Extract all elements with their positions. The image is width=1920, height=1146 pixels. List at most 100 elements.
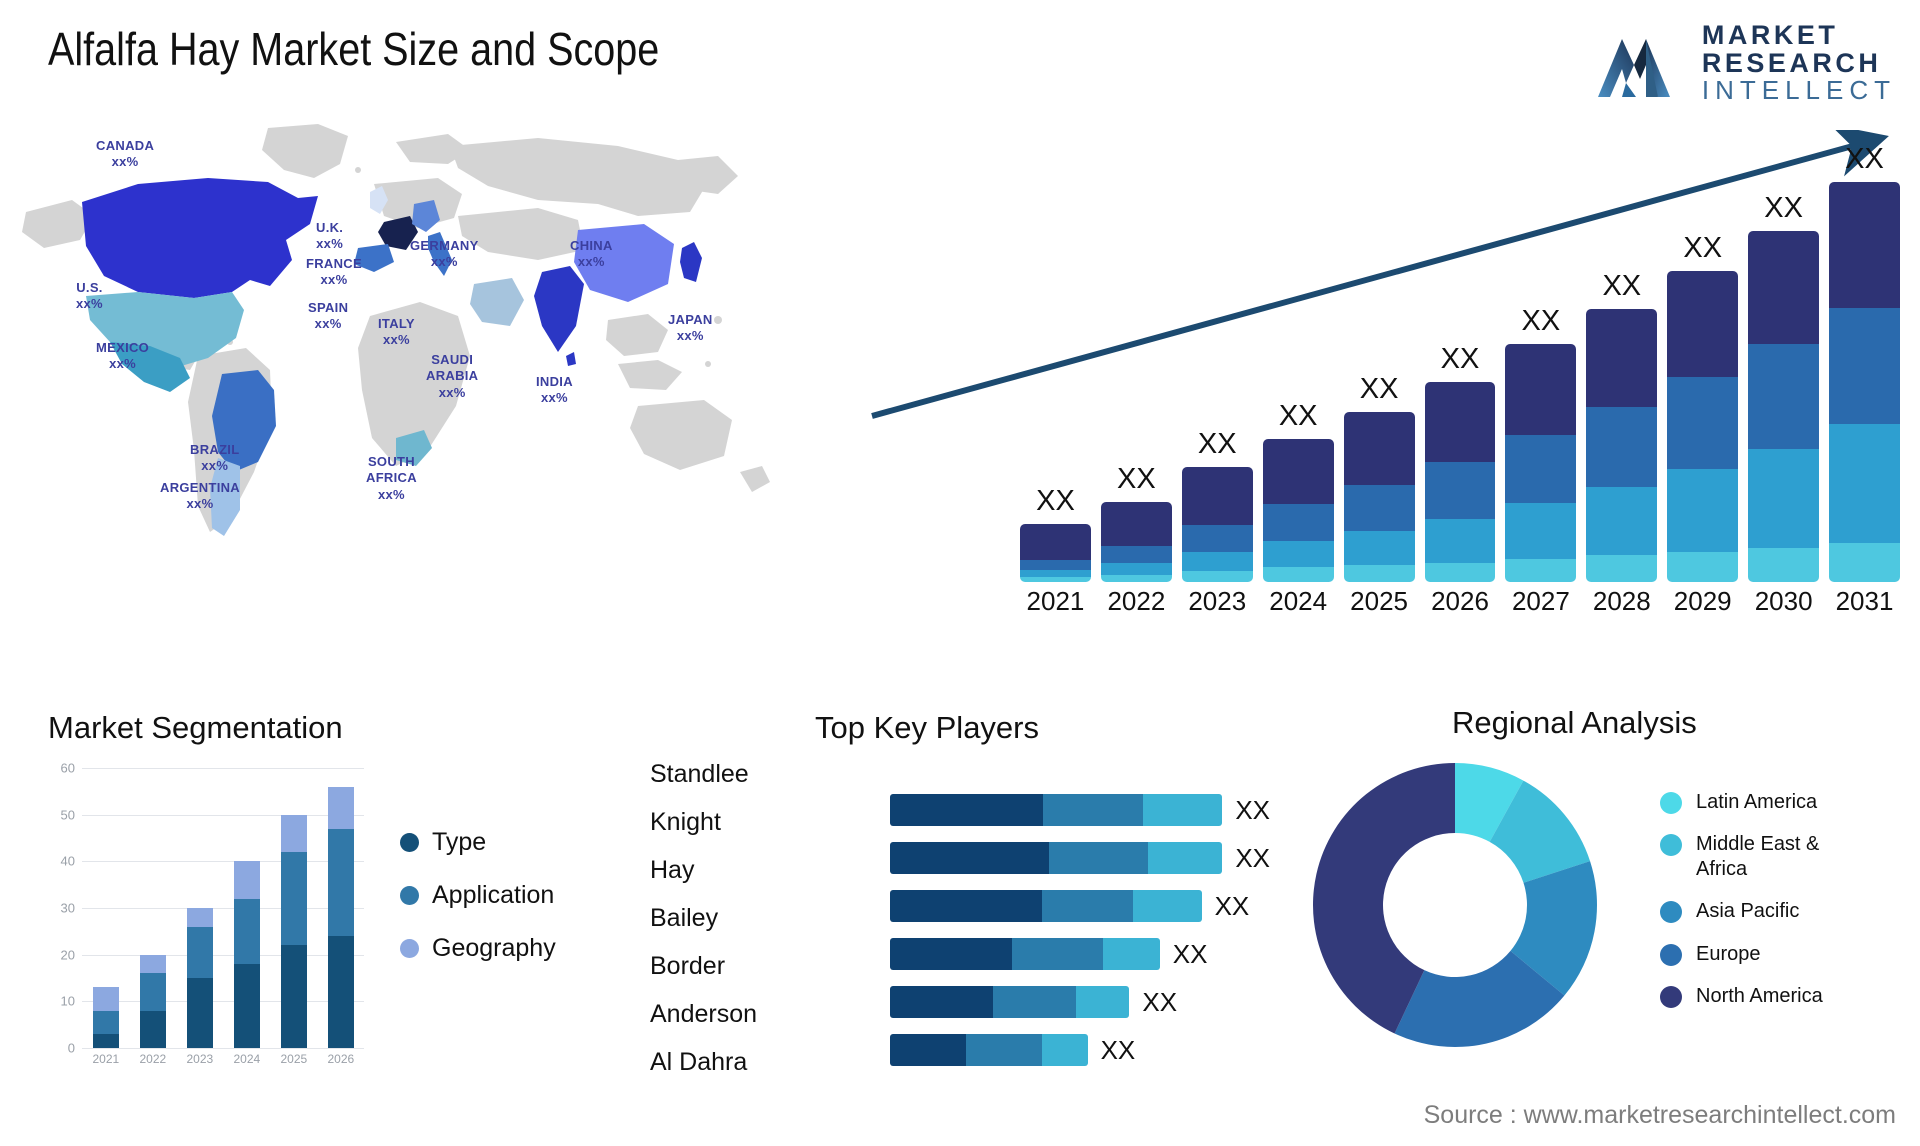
map-country-name: U.S. xyxy=(76,280,103,295)
player-bar-segment xyxy=(890,986,993,1018)
player-bar-row[interactable]: XX xyxy=(890,786,1270,834)
forecast-bar-column[interactable]: XX xyxy=(1262,182,1334,582)
segmentation-bar[interactable] xyxy=(92,987,119,1048)
forecast-bar-column[interactable]: XX xyxy=(1020,182,1091,582)
map-label-south-africa: SOUTH AFRICA xx% xyxy=(366,454,417,503)
forecast-bar-segment xyxy=(1343,412,1415,486)
player-name: Knight xyxy=(650,808,721,836)
regional-legend-item[interactable]: Asia Pacific xyxy=(1660,899,1866,924)
segmentation-bar[interactable] xyxy=(327,786,354,1048)
player-bar-row[interactable]: XX xyxy=(890,834,1270,882)
forecast-bar xyxy=(1829,182,1900,582)
player-bar-row[interactable]: XX xyxy=(890,978,1270,1026)
forecast-bar-column[interactable]: XX xyxy=(1181,182,1253,582)
player-bar-row[interactable]: XX xyxy=(890,930,1270,978)
regional-legend-item[interactable]: Europe xyxy=(1660,942,1866,966)
segmentation-legend-item[interactable]: Application xyxy=(400,881,556,910)
forecast-bar-segment xyxy=(1505,503,1577,559)
player-bar-row[interactable]: XX xyxy=(890,1026,1270,1074)
forecast-year-label: 2031 xyxy=(1835,586,1894,616)
segmentation-y-tick: 50 xyxy=(60,807,75,823)
forecast-bar-value: XX xyxy=(1440,343,1480,375)
forecast-bar-column[interactable]: XX xyxy=(1424,182,1496,582)
segmentation-bar-segment xyxy=(233,898,260,964)
player-bar xyxy=(890,890,1202,922)
player-bar-segment xyxy=(966,1034,1042,1066)
forecast-bar-column[interactable]: XX xyxy=(1748,182,1820,582)
map-country-name: FRANCE xyxy=(306,256,362,271)
segmentation-legend-item[interactable]: Type xyxy=(400,828,556,857)
forecast-bar-column[interactable]: XX xyxy=(1667,182,1739,582)
regional-legend-item[interactable]: Latin America xyxy=(1660,790,1866,814)
forecast-bar xyxy=(1020,523,1091,582)
player-bar-value: XX xyxy=(1214,890,1250,921)
map-country-pct: xx% xyxy=(316,236,344,252)
forecast-year-label: 2023 xyxy=(1188,586,1247,616)
player-name: Hay xyxy=(650,856,695,884)
forecast-bar-segment xyxy=(1100,502,1172,546)
map-country-pct: xx% xyxy=(201,458,229,474)
map-country-pct: xx% xyxy=(438,384,466,400)
player-name: Border xyxy=(650,952,726,980)
map-label-saudi-arabia: SAUDI ARABIA xx% xyxy=(426,352,478,401)
logo-line-3: INTELLECT xyxy=(1701,75,1896,106)
segmentation-bar-segment xyxy=(92,1034,119,1048)
map-label-argentina: ARGENTINA xx% xyxy=(160,480,240,513)
player-bar-segment xyxy=(1042,1034,1088,1066)
segmentation-bar[interactable] xyxy=(233,861,260,1048)
forecast-bar-segment xyxy=(1667,551,1739,582)
forecast-bar-column[interactable]: XX xyxy=(1100,182,1172,582)
forecast-bar-column[interactable]: XX xyxy=(1343,182,1415,582)
forecast-bar-column[interactable]: XX xyxy=(1586,182,1658,582)
forecast-bar-column[interactable]: XX xyxy=(1505,182,1577,582)
forecast-bar-value: XX xyxy=(1845,143,1884,175)
segmentation-bar-segment xyxy=(186,978,213,1048)
segmentation-legend-item[interactable]: Geography xyxy=(400,934,556,963)
player-name: Bailey xyxy=(650,904,719,932)
player-bar xyxy=(890,938,1160,970)
segmentation-x-label: 2024 xyxy=(233,1052,261,1066)
segmentation-bar-segment xyxy=(327,828,354,936)
forecast-bar-segment xyxy=(1424,518,1496,563)
map-country-name: SPAIN xyxy=(308,300,349,315)
segmentation-legend-label: Application xyxy=(432,881,555,909)
mountain-m-logo-icon xyxy=(1596,27,1688,99)
segmentation-bar[interactable] xyxy=(139,954,166,1048)
forecast-bar-value: XX xyxy=(1764,191,1803,224)
player-bar-row[interactable]: XX xyxy=(890,882,1270,930)
map-label-u-k-: U.K. xx% xyxy=(316,220,343,253)
regional-legend: Latin America Middle East & Africa Asia Pa… xyxy=(1660,790,1866,1026)
legend-dot-icon xyxy=(400,886,419,905)
segmentation-bar-segment xyxy=(327,936,354,1048)
map-label-u-s-: U.S. xx% xyxy=(76,280,103,313)
regional-legend-label: Latin America xyxy=(1696,791,1818,813)
map-country-pct: xx% xyxy=(109,356,136,372)
player-bar-value: XX xyxy=(1172,938,1208,969)
map-label-france: FRANCE xx% xyxy=(306,256,362,289)
forecast-year-label: 2021 xyxy=(1026,586,1085,616)
regional-donut-svg xyxy=(1313,763,1597,1047)
map-label-china: CHINA xx% xyxy=(570,238,613,271)
segmentation-bar[interactable] xyxy=(186,908,213,1048)
map-country-name: CHINA xyxy=(570,238,613,253)
map-country-pct: xx% xyxy=(377,486,405,502)
legend-dot-icon xyxy=(400,939,419,958)
regional-legend-item[interactable]: North America xyxy=(1660,984,1866,1008)
forecast-bar-column[interactable]: XX xyxy=(1829,143,1900,582)
segmentation-legend-label: Geography xyxy=(432,934,556,962)
regional-legend-label: Europe xyxy=(1696,942,1761,965)
segmentation-bar[interactable] xyxy=(280,814,307,1048)
map-country-name: ARGENTINA xyxy=(160,480,240,495)
player-bar-segment xyxy=(890,938,1012,970)
regional-legend-item[interactable]: Middle East & Africa xyxy=(1660,832,1866,881)
forecast-bar xyxy=(1343,412,1415,582)
forecast-bar-segment xyxy=(1586,487,1658,556)
logo-line-1: MARKET xyxy=(1701,20,1839,50)
segmentation-bar-segment xyxy=(280,852,307,946)
segmentation-y-tick: 40 xyxy=(60,853,75,869)
map-country-pct: xx% xyxy=(382,332,410,348)
player-bar-segment xyxy=(1102,938,1160,970)
map-label-mexico: MEXICO xx% xyxy=(96,340,149,373)
player-bar xyxy=(890,1034,1088,1066)
segmentation-y-tick: 60 xyxy=(60,760,75,776)
